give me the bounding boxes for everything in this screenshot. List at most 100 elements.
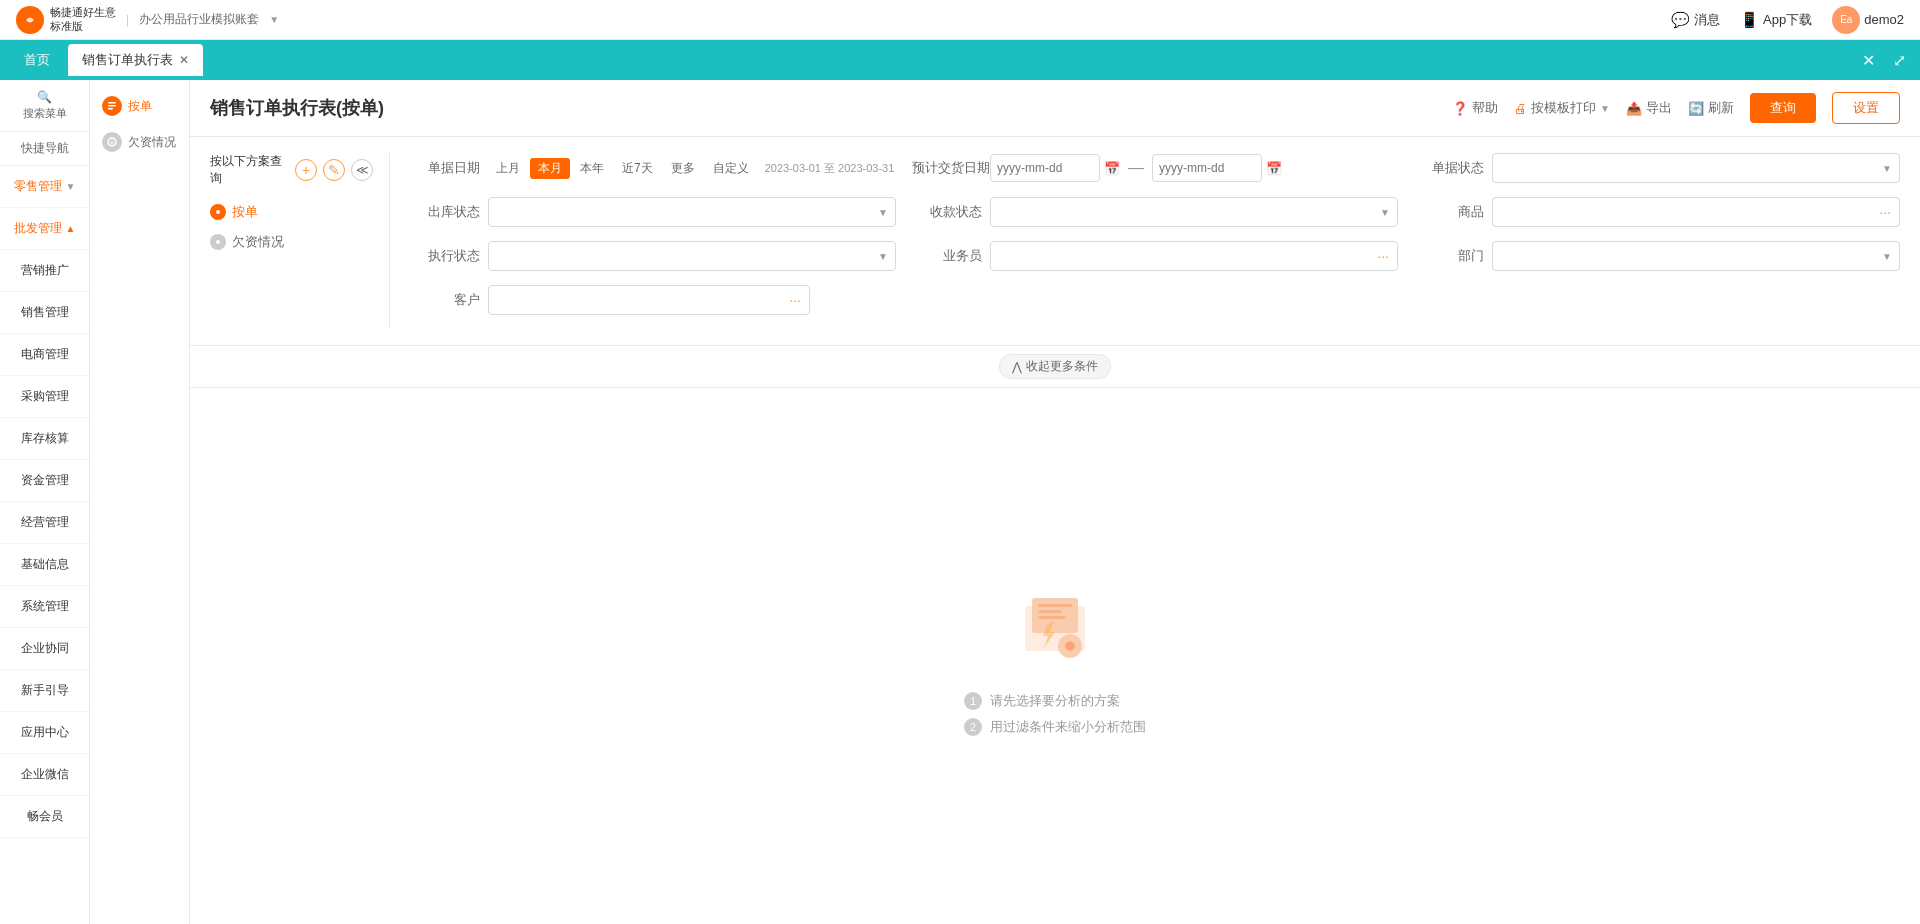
date-tag-more[interactable]: 更多 (663, 158, 703, 179)
scheme-add-btn[interactable]: + (295, 159, 317, 181)
tip-num-1: 1 (964, 692, 982, 710)
payment-status-select[interactable] (990, 197, 1398, 227)
sidebar-item-basic-info[interactable]: 基础信息 (0, 544, 89, 586)
top-bar-left: 畅捷通好生意 标准版 | 办公用品行业模拟账套 ▼ (16, 6, 279, 34)
filter-item-expected-delivery: 预计交货日期 📅 — 📅 (912, 154, 1398, 182)
doc-status-select-wrapper (1492, 153, 1900, 183)
filter-item-execution-status: 执行状态 (410, 241, 896, 271)
sidebar-search[interactable]: 🔍 搜索菜单 (0, 80, 89, 132)
filter-grid: 单据日期 上月 本月 本年 近7天 更多 自定义 2023-03-01 至 20… (390, 153, 1900, 329)
print-btn[interactable]: 🖨 按模板打印 (1514, 99, 1610, 117)
date-separator: — (1128, 159, 1144, 177)
sidebar-item-enterprise-collab[interactable]: 企业协同 (0, 628, 89, 670)
calendar-end-icon[interactable]: 📅 (1266, 161, 1282, 176)
sidebar-item-ecommerce-mgmt[interactable]: 电商管理 (0, 334, 89, 376)
logo-text: 畅捷通好生意 标准版 (50, 6, 116, 32)
svg-rect-3 (108, 108, 113, 110)
customer-dots-icon: ··· (789, 292, 801, 308)
customer-input[interactable]: ··· (488, 285, 810, 315)
print-icon: 🖨 (1514, 101, 1527, 116)
sidebar-item-retail-mgmt[interactable]: 零售管理 ▼ (0, 166, 89, 208)
svg-text:¥: ¥ (110, 139, 114, 146)
date-tag-this-month[interactable]: 本月 (530, 158, 570, 179)
goods-dots-icon: ··· (1879, 204, 1891, 220)
sidebar-item-finance-mgmt[interactable]: 资金管理 (0, 460, 89, 502)
sidebar-quick-nav[interactable]: 快捷导航 (0, 132, 89, 166)
calendar-start-icon[interactable]: 📅 (1104, 161, 1120, 176)
scheme-actions: + ✎ ≪ (295, 159, 373, 181)
filter-item-customer: 客户 ··· (410, 285, 810, 315)
sidebar-item-purchase-mgmt[interactable]: 采购管理 (0, 376, 89, 418)
filter-item-delivery-status: 出库状态 (410, 197, 896, 227)
chevron-down-icon: ▼ (66, 181, 76, 192)
svg-rect-10 (1038, 604, 1072, 607)
tab-home[interactable]: 首页 (10, 44, 64, 76)
delivery-status-select[interactable] (488, 197, 896, 227)
date-start-input[interactable] (990, 154, 1100, 182)
sidebar-item-sales-mgmt[interactable]: 销售管理 (0, 292, 89, 334)
scheme-edit-btn[interactable]: ✎ (323, 159, 345, 181)
sub-menu-item-order[interactable]: 按单 (90, 88, 189, 124)
sidebar-item-inventory-check[interactable]: 库存核算 (0, 418, 89, 460)
doc-status-select[interactable] (1492, 153, 1900, 183)
date-tag-last-7days[interactable]: 近7天 (614, 158, 661, 179)
filter-item-salesperson: 业务员 ··· (912, 241, 1398, 271)
collapse-bar[interactable]: ⋀ 收起更多条件 (190, 346, 1920, 388)
filter-panel: 按以下方案查询 + ✎ ≪ (190, 137, 1920, 346)
collapse-button[interactable]: ⋀ 收起更多条件 (999, 354, 1111, 379)
sub-menu-item-credit[interactable]: ¥ 欠资情况 (90, 124, 189, 160)
message-btn[interactable]: 💬 消息 (1671, 11, 1720, 29)
sidebar-item-marketing[interactable]: 营销推广 (0, 250, 89, 292)
scheme-active-dot (210, 204, 226, 220)
collapse-up-icon: ⋀ (1012, 360, 1022, 374)
export-icon: 📤 (1626, 101, 1642, 116)
date-end-input[interactable] (1152, 154, 1262, 182)
sidebar-item-new-guide[interactable]: 新手引导 (0, 670, 89, 712)
date-options: 上月 本月 本年 近7天 更多 自定义 (488, 158, 757, 179)
sidebar-item-wholesale-mgmt[interactable]: 批发管理 ▲ (0, 208, 89, 250)
user-profile-btn[interactable]: Ea demo2 (1832, 6, 1904, 34)
date-start-wrapper: 📅 (990, 154, 1120, 182)
export-btn[interactable]: 📤 导出 (1626, 99, 1672, 117)
salesperson-dots-icon: ··· (1377, 248, 1389, 264)
sidebar-item-operations-mgmt[interactable]: 经营管理 (0, 502, 89, 544)
filter-row-1: 单据日期 上月 本月 本年 近7天 更多 自定义 2023-03-01 至 20… (410, 153, 1900, 183)
query-button[interactable]: 查询 (1750, 93, 1816, 123)
breadcrumb-arrow-icon[interactable]: ▼ (269, 14, 279, 25)
sidebar-item-member[interactable]: 畅会员 (0, 796, 89, 838)
breadcrumb[interactable]: 办公用品行业模拟账套 (139, 11, 259, 28)
department-select[interactable] (1492, 241, 1900, 271)
app-download-btn[interactable]: 📱 App下载 (1740, 11, 1812, 29)
svg-rect-12 (1038, 616, 1066, 619)
help-btn[interactable]: ❓ 帮助 (1452, 99, 1498, 117)
salesperson-input[interactable]: ··· (990, 241, 1398, 271)
department-wrapper (1492, 241, 1900, 271)
filter-item-payment-status: 收款状态 (912, 197, 1398, 227)
tab-sales-execution[interactable]: 销售订单执行表 ✕ (68, 44, 203, 76)
top-bar-right: 💬 消息 📱 App下载 Ea demo2 (1671, 6, 1904, 34)
close-window-icon[interactable]: ✕ (1858, 49, 1879, 72)
sidebar-item-enterprise-wechat[interactable]: 企业微信 (0, 754, 89, 796)
scheme-item-by-order[interactable]: 按单 (210, 197, 373, 227)
date-range-display: 2023-03-01 至 2023-03-31 (765, 161, 895, 176)
setting-button[interactable]: 设置 (1832, 92, 1900, 124)
help-icon: ❓ (1452, 101, 1468, 116)
scheme-collapse-btn[interactable]: ≪ (351, 159, 373, 181)
execution-status-select[interactable] (488, 241, 896, 271)
scheme-item-credit[interactable]: 欠资情况 (210, 227, 373, 257)
goods-input[interactable]: ··· (1492, 197, 1900, 227)
sidebar-item-system-mgmt[interactable]: 系统管理 (0, 586, 89, 628)
svg-rect-9 (1032, 598, 1078, 633)
date-tag-this-year[interactable]: 本年 (572, 158, 612, 179)
date-tag-last-month[interactable]: 上月 (488, 158, 528, 179)
date-tag-custom[interactable]: 自定义 (705, 158, 757, 179)
sidebar-item-app-center[interactable]: 应用中心 (0, 712, 89, 754)
svg-rect-1 (108, 102, 116, 104)
avatar: Ea (1832, 6, 1860, 34)
search-icon: 🔍 (37, 90, 52, 104)
nav-actions: ✕ ⤢ (1858, 49, 1910, 72)
expand-window-icon[interactable]: ⤢ (1889, 49, 1910, 72)
tab-close-icon[interactable]: ✕ (179, 53, 189, 67)
date-end-wrapper: 📅 (1152, 154, 1282, 182)
refresh-btn[interactable]: 🔄 刷新 (1688, 99, 1734, 117)
